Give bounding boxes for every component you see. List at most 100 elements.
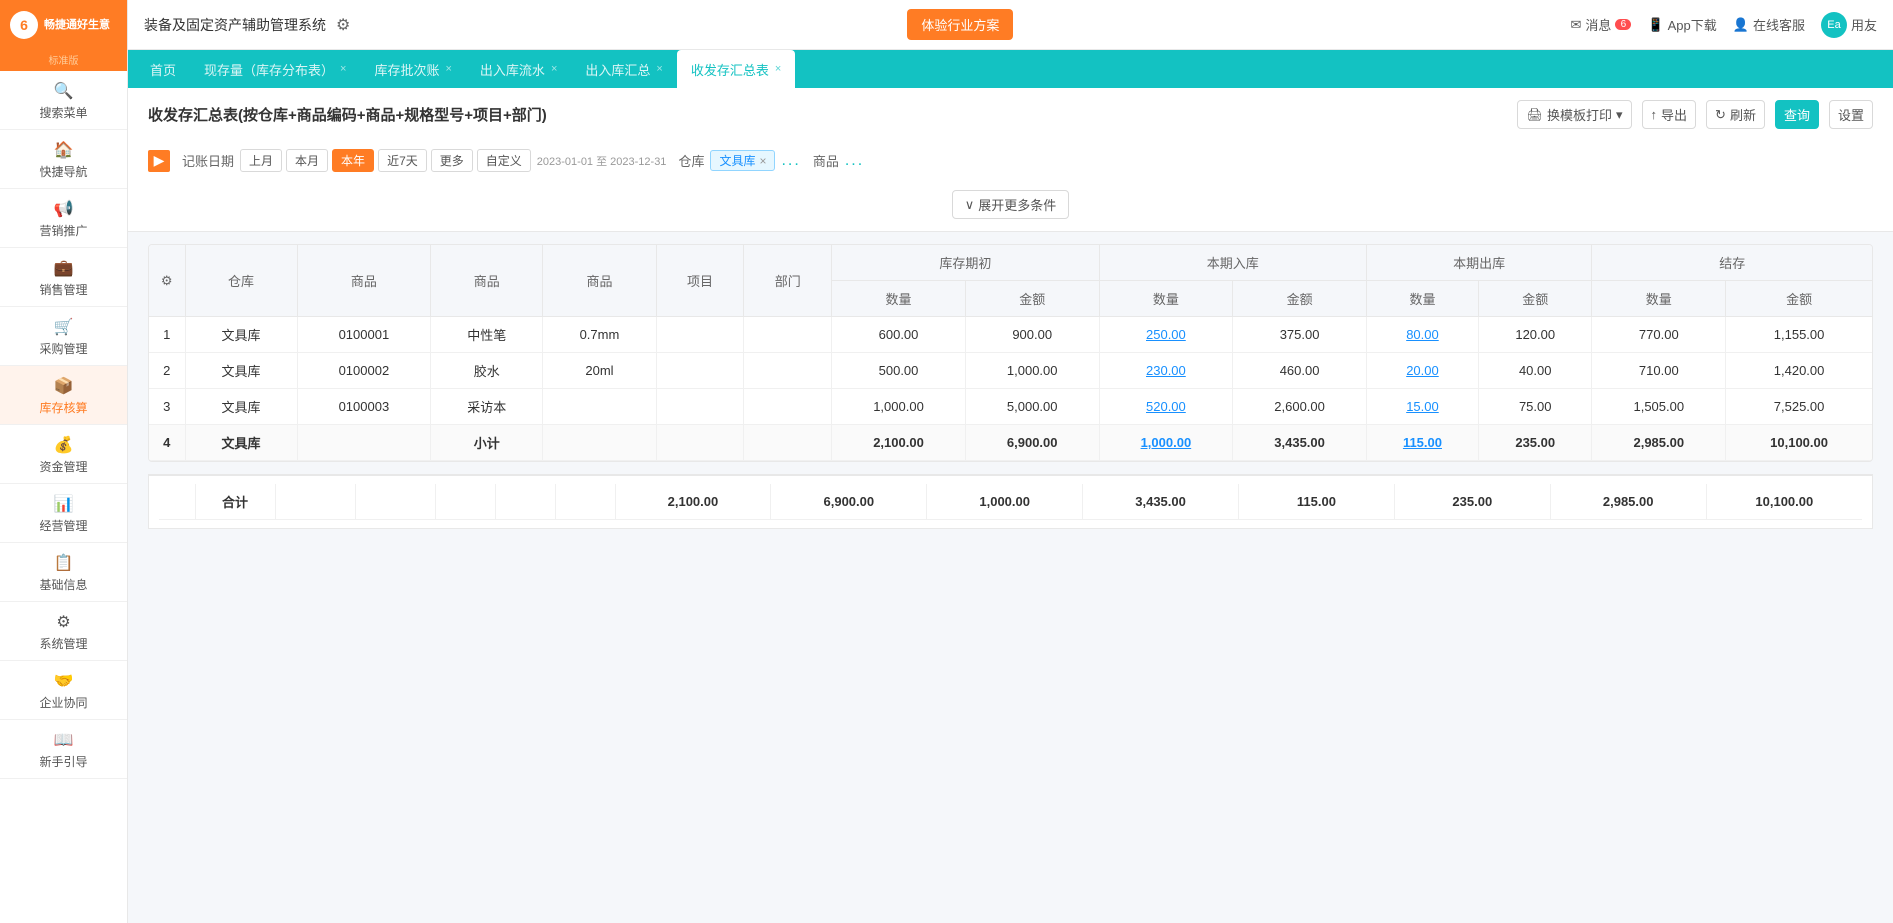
row-goods-spec: 20ml xyxy=(543,353,656,389)
table-footer: 合计 2,100.00 6,900.00 1,000.00 3,435.00 1… xyxy=(148,474,1873,529)
tab-receipt-summary[interactable]: 收发存汇总表 × xyxy=(677,50,795,88)
message-item[interactable]: ✉ 消息 6 xyxy=(1571,15,1632,34)
date-btn-本月[interactable]: 本月 xyxy=(286,149,328,172)
user-avatar: Ea xyxy=(1821,12,1847,38)
sidebar-item-base-info[interactable]: 📋 基础信息 xyxy=(0,543,127,602)
tab-inventory[interactable]: 现存量（库存分布表）× xyxy=(190,50,360,88)
in-qty-header: 数量 xyxy=(1099,281,1233,317)
chevron-down-icon: ▾ xyxy=(1616,107,1623,123)
tab-inout-flow[interactable]: 出入库流水 × xyxy=(466,50,571,88)
user-item[interactable]: Ea 用友 xyxy=(1821,12,1877,38)
row-out-qty[interactable]: 20.00 xyxy=(1366,353,1478,389)
warehouse-tag: 文具库 × xyxy=(710,150,775,171)
tab-label: 收发存汇总表 xyxy=(691,60,769,79)
refresh-button[interactable]: ↻ 刷新 xyxy=(1706,100,1765,129)
row-project xyxy=(656,317,744,353)
date-buttons: 上月本月本年近7天更多自定义 xyxy=(240,149,531,172)
settings-header: ⚙ xyxy=(149,245,185,317)
expand-conditions-button[interactable]: ∨ 展开更多条件 xyxy=(952,190,1070,219)
app-download-item[interactable]: 📱 App下载 xyxy=(1647,15,1716,34)
footer-goods-name xyxy=(355,484,435,520)
online-service-item[interactable]: 👤 在线客服 xyxy=(1733,15,1805,34)
tab-label: 首页 xyxy=(150,60,176,79)
goods-code-header: 商品 xyxy=(297,245,431,317)
sidebar-item-marketing[interactable]: 📢 营销推广 xyxy=(0,189,127,248)
date-btn-自定义[interactable]: 自定义 xyxy=(477,149,531,172)
row-goods-spec xyxy=(543,425,656,461)
sidebar-item-operations[interactable]: 📊 经营管理 xyxy=(0,484,127,543)
period-out-header: 本期出库 xyxy=(1366,245,1592,281)
tab-close-icon[interactable]: × xyxy=(551,63,557,75)
sidebar-item-label: 库存核算 xyxy=(39,399,87,416)
sidebar-item-label: 系统管理 xyxy=(39,635,87,652)
row-goods-name: 胶水 xyxy=(431,353,543,389)
row-in-qty[interactable]: 520.00 xyxy=(1099,389,1233,425)
row-in-qty[interactable]: 250.00 xyxy=(1099,317,1233,353)
try-button[interactable]: 体验行业方案 xyxy=(907,9,1013,40)
goods-name-header: 商品 xyxy=(431,245,543,317)
table-row: 3 文具库 0100003 采访本 1,000.00 5,000.00 520.… xyxy=(149,389,1872,425)
filter-expand-button[interactable]: ▶ xyxy=(148,150,170,172)
row-in-qty[interactable]: 230.00 xyxy=(1099,353,1233,389)
warehouse-more-dots[interactable]: ... xyxy=(781,152,800,170)
page-title-row: 收发存汇总表(按仓库+商品编码+商品+规格型号+项目+部门) 🖨 换模板打印 ▾… xyxy=(148,100,1873,129)
date-btn-本年[interactable]: 本年 xyxy=(332,149,374,172)
top-bar-left: 装备及固定资产辅助管理系统 ⚙ xyxy=(144,15,350,35)
sidebar-item-guide[interactable]: 📖 新手引导 xyxy=(0,720,127,779)
row-out-qty[interactable]: 15.00 xyxy=(1366,389,1478,425)
sidebar-item-search[interactable]: 🔍 搜索菜单 xyxy=(0,71,127,130)
row-in-qty[interactable]: 1,000.00 xyxy=(1099,425,1233,461)
settings-button[interactable]: 设置 xyxy=(1829,100,1873,129)
footer-start-amt: 6,900.00 xyxy=(771,484,927,520)
tab-batch[interactable]: 库存批次账× xyxy=(360,50,465,88)
tab-close-icon[interactable]: × xyxy=(775,63,781,75)
row-out-qty[interactable]: 80.00 xyxy=(1366,317,1478,353)
tab-close-icon[interactable]: × xyxy=(445,63,451,75)
system-icon: ⚙ xyxy=(56,612,70,632)
footer-bal-qty: 2,985.00 xyxy=(1550,484,1706,520)
content-area: 收发存汇总表(按仓库+商品编码+商品+规格型号+项目+部门) 🖨 换模板打印 ▾… xyxy=(128,88,1893,923)
row-department xyxy=(744,353,832,389)
sidebar-item-label: 采购管理 xyxy=(39,340,87,357)
date-btn-上月[interactable]: 上月 xyxy=(240,149,282,172)
top-bar: 装备及固定资产辅助管理系统 ⚙ 体验行业方案 ✉ 消息 6 📱 App下载 👤 … xyxy=(128,0,1893,50)
warehouse-tag-text: 文具库 xyxy=(719,152,755,169)
row-out-qty[interactable]: 115.00 xyxy=(1366,425,1478,461)
query-button[interactable]: 查询 xyxy=(1775,100,1819,129)
tab-close-icon[interactable]: × xyxy=(340,63,346,75)
row-in-amt: 2,600.00 xyxy=(1233,389,1367,425)
row-warehouse: 文具库 xyxy=(185,353,297,389)
start-qty-header: 数量 xyxy=(832,281,966,317)
date-btn-近7天[interactable]: 近7天 xyxy=(378,149,427,172)
tab-inout-summary[interactable]: 出入库汇总× xyxy=(571,50,676,88)
settings-icon[interactable]: ⚙ xyxy=(336,15,350,35)
print-button[interactable]: 🖨 换模板打印 ▾ xyxy=(1517,100,1631,129)
date-btn-更多[interactable]: 更多 xyxy=(431,149,473,172)
tab-home[interactable]: 首页 xyxy=(136,50,190,88)
sidebar-item-sales[interactable]: 💼 销售管理 xyxy=(0,248,127,307)
row-out-amt: 235.00 xyxy=(1479,425,1592,461)
row-goods-code xyxy=(297,425,431,461)
sidebar-item-finance[interactable]: 💰 资金管理 xyxy=(0,425,127,484)
row-no: 1 xyxy=(149,317,185,353)
page-actions: 🖨 换模板打印 ▾ ↑ 导出 ↻ 刷新 查询 设置 xyxy=(1517,100,1873,129)
sidebar-item-corp[interactable]: 🤝 企业协同 xyxy=(0,661,127,720)
goods-filter-group: 商品 ... xyxy=(813,151,864,170)
sidebar-item-inventory[interactable]: 📦 库存核算 xyxy=(0,366,127,425)
goods-more-dots[interactable]: ... xyxy=(845,152,864,170)
row-start-qty: 2,100.00 xyxy=(832,425,966,461)
export-button[interactable]: ↑ 导出 xyxy=(1642,100,1697,129)
footer-goods-code xyxy=(275,484,355,520)
quick-nav-icon: 🏠 xyxy=(54,140,74,160)
page-header: 收发存汇总表(按仓库+商品编码+商品+规格型号+项目+部门) 🖨 换模板打印 ▾… xyxy=(128,88,1893,232)
sidebar-item-purchase[interactable]: 🛒 采购管理 xyxy=(0,307,127,366)
sidebar-item-system[interactable]: ⚙ 系统管理 xyxy=(0,602,127,661)
tab-label: 出入库流水 xyxy=(480,60,545,79)
tab-close-icon[interactable]: × xyxy=(656,63,662,75)
warehouse-tag-remove[interactable]: × xyxy=(759,154,766,168)
project-header: 项目 xyxy=(656,245,744,317)
row-department xyxy=(744,425,832,461)
in-amt-header: 金额 xyxy=(1233,281,1367,317)
sidebar-item-quick-nav[interactable]: 🏠 快捷导航 xyxy=(0,130,127,189)
operations-icon: 📊 xyxy=(54,494,74,514)
